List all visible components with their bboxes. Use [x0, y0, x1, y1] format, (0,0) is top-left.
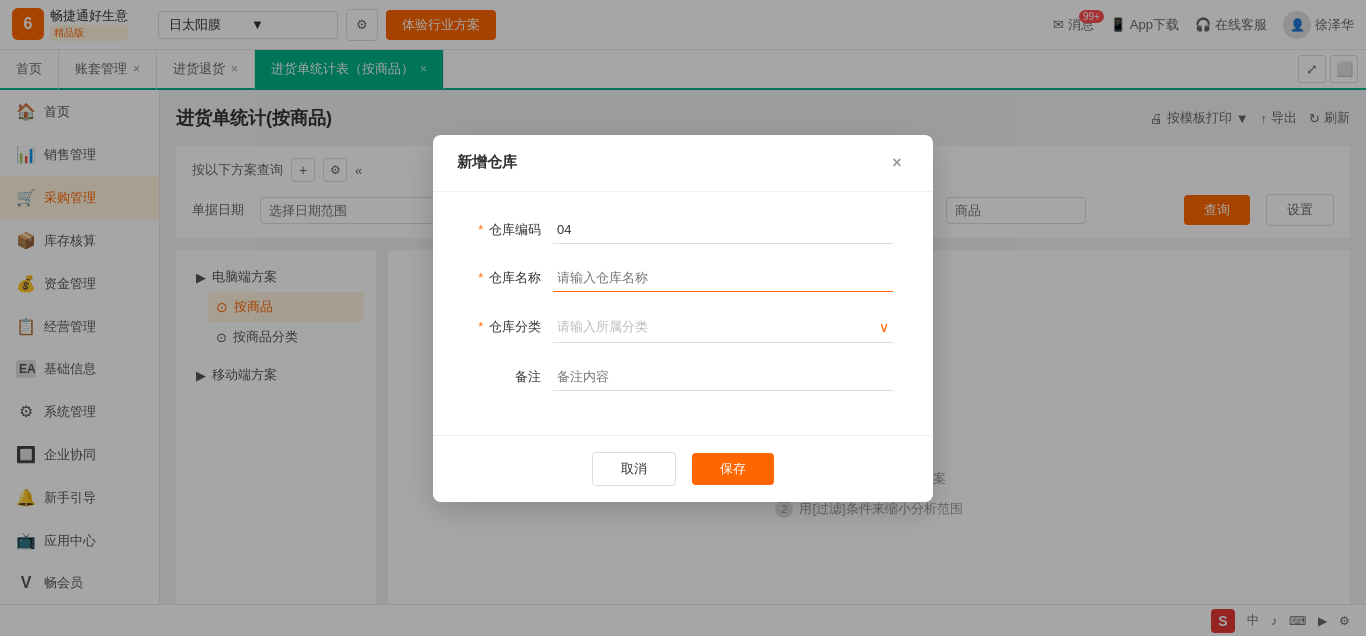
required-star-2: *: [478, 270, 483, 285]
warehouse-category-label: * 仓库分类: [473, 318, 553, 336]
dialog-footer: 取消 保存: [433, 435, 933, 502]
warehouse-code-label: * 仓库编码: [473, 221, 553, 239]
remark-label: 备注: [473, 368, 553, 386]
warehouse-name-label: * 仓库名称: [473, 269, 553, 287]
required-star-3: *: [478, 319, 483, 334]
form-row-warehouse-code: * 仓库编码: [473, 216, 893, 244]
warehouse-name-input[interactable]: [553, 264, 893, 292]
form-row-warehouse-category: * 仓库分类 请输入所属分类 ∨: [473, 312, 893, 343]
form-row-remark: 备注: [473, 363, 893, 391]
modal-overlay[interactable]: 新增仓库 × * 仓库编码 * 仓库名称: [0, 0, 1366, 636]
new-warehouse-dialog: 新增仓库 × * 仓库编码 * 仓库名称: [433, 135, 933, 502]
dialog-title: 新增仓库: [457, 153, 517, 172]
cancel-button[interactable]: 取消: [592, 452, 676, 486]
dialog-body: * 仓库编码 * 仓库名称 * 仓库分类 请输入所属: [433, 192, 933, 435]
warehouse-category-select[interactable]: 请输入所属分类 ∨: [553, 312, 893, 343]
warehouse-code-input[interactable]: [553, 216, 893, 244]
dialog-close-button[interactable]: ×: [885, 151, 909, 175]
form-row-warehouse-name: * 仓库名称: [473, 264, 893, 292]
category-dropdown-icon: ∨: [879, 319, 889, 335]
required-star-1: *: [478, 222, 483, 237]
remark-input[interactable]: [553, 363, 893, 391]
save-button[interactable]: 保存: [692, 453, 774, 485]
dialog-header: 新增仓库 ×: [433, 135, 933, 192]
warehouse-category-placeholder: 请输入所属分类: [557, 318, 648, 336]
